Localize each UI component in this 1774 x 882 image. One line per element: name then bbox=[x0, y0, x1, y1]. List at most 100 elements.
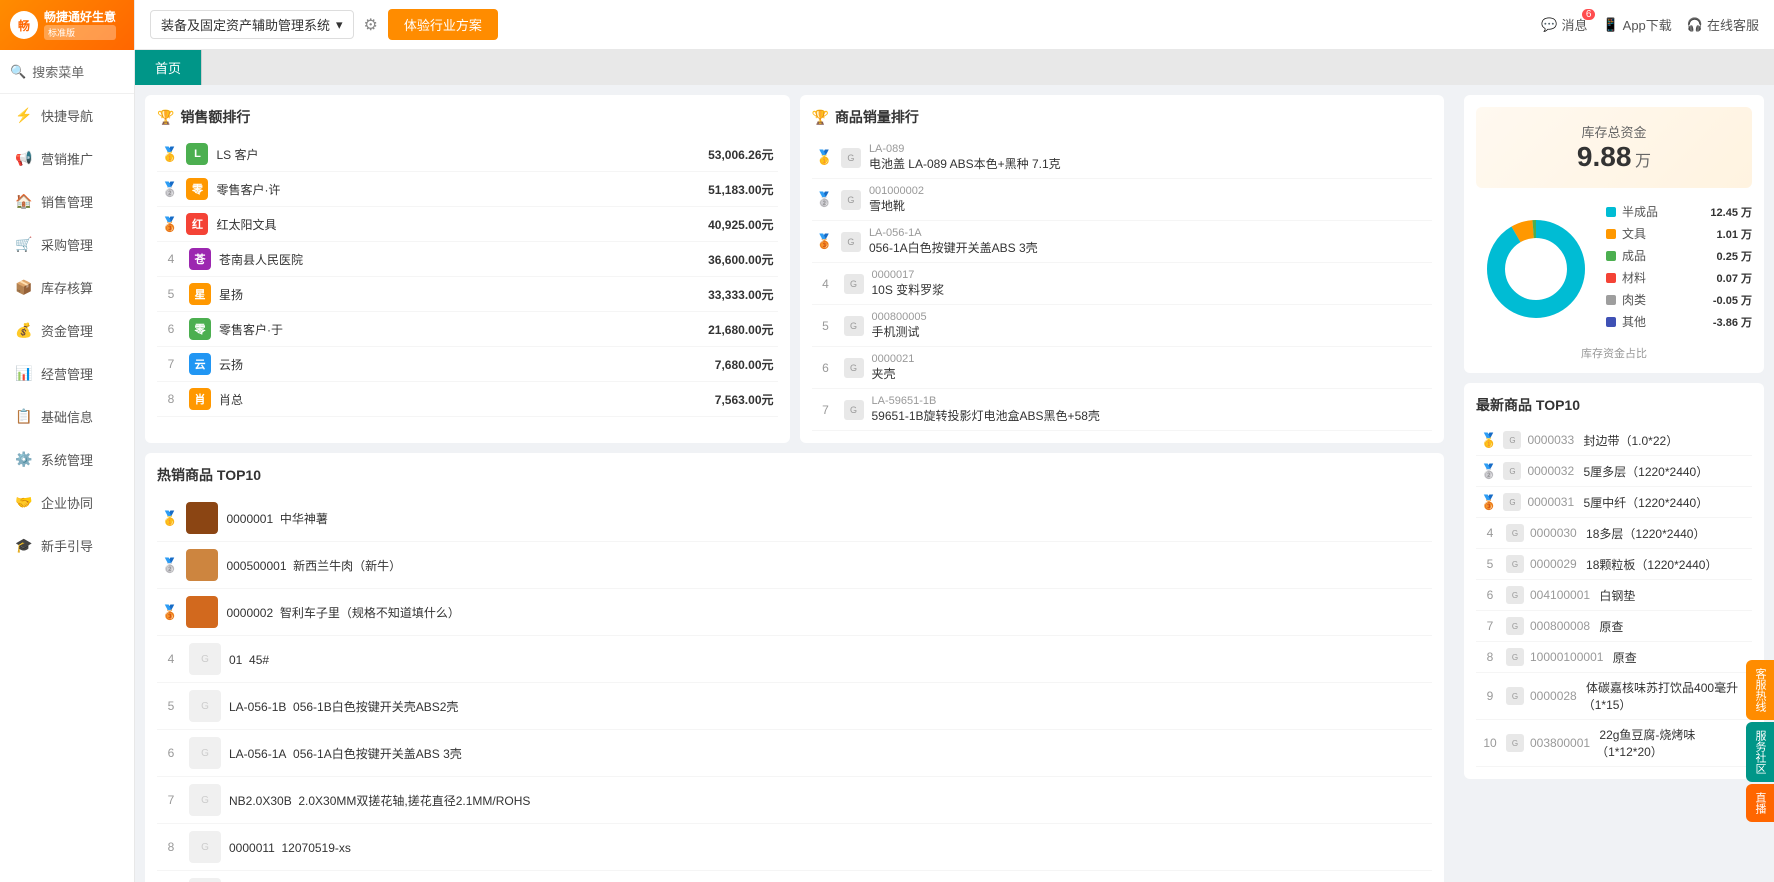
page-tabs: 首页 bbox=[135, 50, 1774, 85]
sidebar-item-quick-nav[interactable]: ⚡ 快捷导航 bbox=[0, 94, 134, 137]
newest-product-row: 🥉 G 0000031 5厘中纤（1220*2440） bbox=[1476, 487, 1752, 518]
sidebar-item-operations[interactable]: 📊 经营管理 bbox=[0, 352, 134, 395]
newest-product-row: 7 G 000800008 原查 bbox=[1476, 611, 1752, 642]
newest-product-row: 8 G 10000100001 原查 bbox=[1476, 642, 1752, 673]
app-name: 畅捷通好生意 bbox=[44, 10, 116, 26]
sales-rank-row: 5 星 星扬 33,333.00元 bbox=[157, 277, 778, 312]
guide-label: 新手引导 bbox=[41, 536, 93, 555]
online-service-button[interactable]: 🎧 在线客服 bbox=[1687, 15, 1759, 34]
ranking-panels: 🏆 销售额排行 🥇 L LS 客户 53,006.26元 🥈 零 零售客户·许 … bbox=[145, 95, 1444, 443]
message-button[interactable]: 💬 消息 6 bbox=[1541, 15, 1587, 34]
logo-icon: 畅 bbox=[10, 11, 38, 39]
settings-icon[interactable]: ⚙ bbox=[364, 15, 378, 35]
sales-rank-row: 8 肖 肖总 7,563.00元 bbox=[157, 382, 778, 417]
inventory-total-label: 库存总资金 bbox=[1491, 122, 1737, 141]
chevron-down-icon: ▾ bbox=[336, 17, 343, 33]
donut-chart bbox=[1476, 209, 1596, 329]
right-panel: 库存总资金 9.88 万 bbox=[1454, 85, 1774, 882]
legend-item: 肉类 -0.05 万 bbox=[1606, 291, 1752, 308]
inventory-card: 库存总资金 9.88 万 bbox=[1464, 95, 1764, 373]
live-button[interactable]: 直播 bbox=[1746, 784, 1774, 822]
newest-product-row: 9 G 0000028 体碳嘉核味苏打饮品400毫升（1*15） bbox=[1476, 673, 1752, 720]
product-rank-row: 4 G 0000017 10S 变料罗浆 bbox=[812, 263, 1433, 305]
sales-ranking-table: 🥇 L LS 客户 53,006.26元 🥈 零 零售客户·许 51,183.0… bbox=[157, 137, 778, 417]
marketing-icon: 📢 bbox=[15, 150, 33, 167]
sidebar-item-marketing[interactable]: 📢 营销推广 bbox=[0, 137, 134, 180]
sales-rank-row: 4 苍 苍南县人民医院 36,600.00元 bbox=[157, 242, 778, 277]
experience-button[interactable]: 体验行业方案 bbox=[388, 9, 498, 40]
legend-item: 半成品 12.45 万 bbox=[1606, 203, 1752, 220]
inventory-chart: 半成品 12.45 万 文具 1.01 万 成品 0.25 万 材料 0.07 … bbox=[1476, 198, 1752, 340]
sidebar: 畅 畅捷通好生意 标准版 🔍 搜索菜单 ⚡ 快捷导航 📢 营销推广 🏠 销售管理… bbox=[0, 0, 135, 882]
purchase-icon: 🛒 bbox=[15, 236, 33, 253]
operations-icon: 📊 bbox=[15, 365, 33, 382]
float-buttons: 客服热线 服务社区 直播 bbox=[1746, 660, 1774, 822]
quick-nav-label: 快捷导航 bbox=[41, 106, 93, 125]
system-selector[interactable]: 装备及固定资产辅助管理系统 ▾ bbox=[150, 10, 354, 39]
app-download-button[interactable]: 📱 App下载 bbox=[1602, 15, 1671, 34]
newest-products-card: 最新商品 TOP10 🥇 G 0000033 封边带（1.0*22） 🥈 G 0… bbox=[1464, 383, 1764, 779]
product-ranking-card: 🏆 商品销量排行 🥇 G LA-089 电池盖 LA-089 ABS本色+黑种 … bbox=[800, 95, 1445, 443]
hot-product-row: 🥉 0000002 智利车子里（规格不知道填什么） bbox=[157, 589, 1432, 636]
hot-product-row: 9 G KK-SD22110H 花语萌侣温分腿睡袋（厚款） bbox=[157, 871, 1432, 882]
sidebar-item-purchase[interactable]: 🛒 采购管理 bbox=[0, 223, 134, 266]
topbar-right: 💬 消息 6 📱 App下载 🎧 在线客服 bbox=[1541, 15, 1759, 34]
finance-label: 资金管理 bbox=[41, 321, 93, 340]
inventory-legend: 半成品 12.45 万 文具 1.01 万 成品 0.25 万 材料 0.07 … bbox=[1606, 203, 1752, 335]
legend-item: 成品 0.25 万 bbox=[1606, 247, 1752, 264]
message-icon: 💬 bbox=[1541, 17, 1557, 33]
trophy2-icon: 🏆 bbox=[812, 109, 829, 126]
hot-products-list: 🥇 0000001 中华神薯 🥈 000500001 新西兰牛肉（新牛） 🥉 0… bbox=[157, 495, 1432, 882]
newest-product-row: 6 G 004100001 白钢垫 bbox=[1476, 580, 1752, 611]
middle-panel: 🏆 销售额排行 🥇 L LS 客户 53,006.26元 🥈 零 零售客户·许 … bbox=[135, 85, 1454, 882]
sales-icon: 🏠 bbox=[15, 193, 33, 210]
customer-service-button[interactable]: 客服热线 bbox=[1746, 660, 1774, 720]
product-ranking-table: 🥇 G LA-089 电池盖 LA-089 ABS本色+黑种 7.1克 🥈 G … bbox=[812, 137, 1433, 431]
sales-rank-row: 🥉 红 红太阳文具 40,925.00元 bbox=[157, 207, 778, 242]
product-rank-row: 6 G 0000021 夹壳 bbox=[812, 347, 1433, 389]
product-rank-row: 🥇 G LA-089 电池盖 LA-089 ABS本色+黑种 7.1克 bbox=[812, 137, 1433, 179]
basic-icon: 📋 bbox=[15, 408, 33, 425]
trophy-icon: 🏆 bbox=[157, 109, 174, 126]
product-ranking-title: 🏆 商品销量排行 bbox=[812, 107, 1433, 127]
sidebar-item-system[interactable]: ⚙️ 系统管理 bbox=[0, 438, 134, 481]
newest-product-row: 🥇 G 0000033 封边带（1.0*22） bbox=[1476, 425, 1752, 456]
tab-home[interactable]: 首页 bbox=[135, 50, 202, 85]
sales-rank-row: 🥇 L LS 客户 53,006.26元 bbox=[157, 137, 778, 172]
product-rank-row: 5 G 000800005 手机测试 bbox=[812, 305, 1433, 347]
newest-products-title: 最新商品 TOP10 bbox=[1476, 395, 1752, 415]
sales-ranking-card: 🏆 销售额排行 🥇 L LS 客户 53,006.26元 🥈 零 零售客户·许 … bbox=[145, 95, 790, 443]
quick-nav-icon: ⚡ bbox=[15, 107, 33, 124]
sales-rank-row: 6 零 零售客户·于 21,680.00元 bbox=[157, 312, 778, 347]
product-rank-row: 7 G LA-59651-1B 59651-1B旋转投影灯电池盒ABS黑色+58… bbox=[812, 389, 1433, 431]
hot-products-title: 热销商品 TOP10 bbox=[157, 465, 1432, 485]
app-download-label: App下载 bbox=[1623, 15, 1672, 34]
sidebar-item-sales[interactable]: 🏠 销售管理 bbox=[0, 180, 134, 223]
sidebar-item-cooperation[interactable]: 🤝 企业协同 bbox=[0, 481, 134, 524]
sidebar-item-basic[interactable]: 📋 基础信息 bbox=[0, 395, 134, 438]
newest-product-row: 🥈 G 0000032 5厘多层（1220*2440） bbox=[1476, 456, 1752, 487]
system-label: 系统管理 bbox=[41, 450, 93, 469]
service-community-button[interactable]: 服务社区 bbox=[1746, 722, 1774, 782]
headset-icon: 🎧 bbox=[1687, 17, 1703, 33]
guide-icon: 🎓 bbox=[15, 537, 33, 554]
sales-ranking-title: 🏆 销售额排行 bbox=[157, 107, 778, 127]
sidebar-item-guide[interactable]: 🎓 新手引导 bbox=[0, 524, 134, 567]
hot-product-row: 5 G LA-056-1B 056-1B白色按键开关壳ABS2壳 bbox=[157, 683, 1432, 730]
hot-product-row: 8 G 0000011 12070519-xs bbox=[157, 824, 1432, 871]
content-area: 🏆 销售额排行 🥇 L LS 客户 53,006.26元 🥈 零 零售客户·许 … bbox=[135, 85, 1774, 882]
topbar: 装备及固定资产辅助管理系统 ▾ ⚙ 体验行业方案 💬 消息 6 📱 App下载 … bbox=[135, 0, 1774, 50]
sidebar-item-inventory[interactable]: 📦 库存核算 bbox=[0, 266, 134, 309]
search-menu-item[interactable]: 🔍 搜索菜单 bbox=[0, 50, 134, 94]
inventory-total: 库存总资金 9.88 万 bbox=[1476, 107, 1752, 188]
inventory-chart-label: 库存资金占比 bbox=[1476, 345, 1752, 361]
product-rank-row: 🥈 G 001000002 雪地靴 bbox=[812, 179, 1433, 221]
sales-rank-row: 🥈 零 零售客户·许 51,183.00元 bbox=[157, 172, 778, 207]
legend-item: 文具 1.01 万 bbox=[1606, 225, 1752, 242]
search-icon: 🔍 bbox=[10, 64, 26, 80]
sidebar-item-finance[interactable]: 💰 资金管理 bbox=[0, 309, 134, 352]
marketing-label: 营销推广 bbox=[41, 149, 93, 168]
online-service-label: 在线客服 bbox=[1707, 15, 1759, 34]
sidebar-nav: ⚡ 快捷导航 📢 营销推广 🏠 销售管理 🛒 采购管理 📦 库存核算 💰 资金管… bbox=[0, 94, 134, 882]
operations-label: 经营管理 bbox=[41, 364, 93, 383]
